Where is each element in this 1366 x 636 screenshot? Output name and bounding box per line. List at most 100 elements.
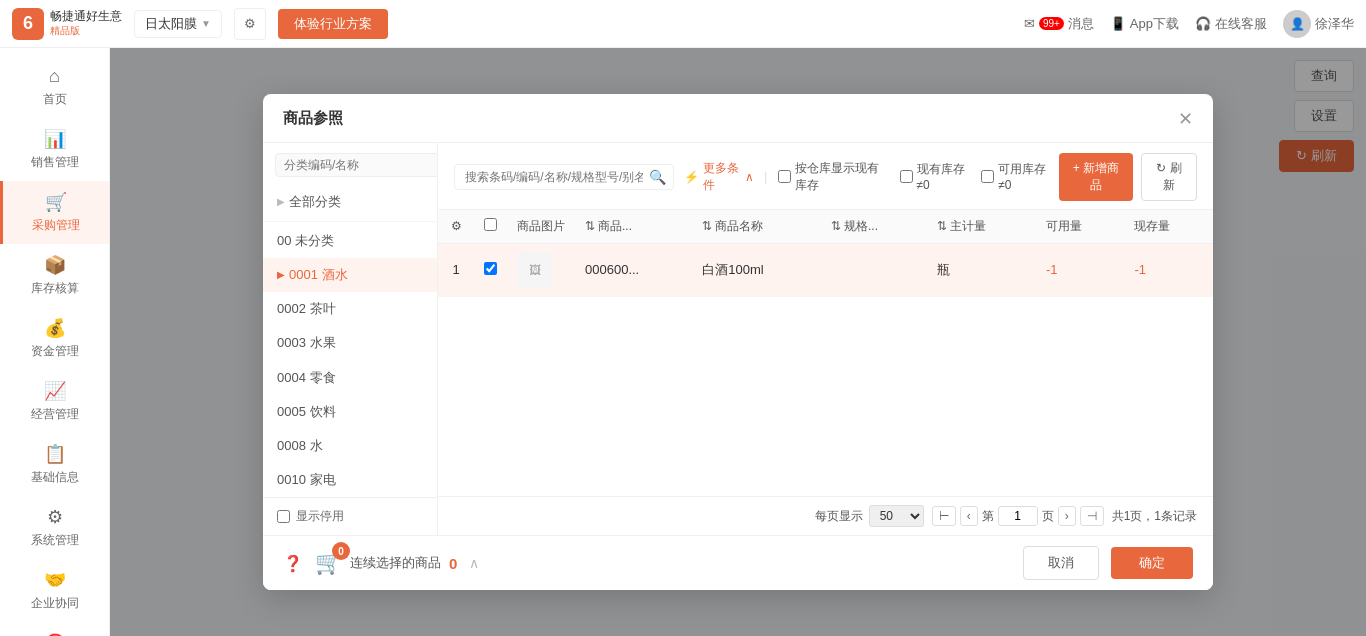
mobile-icon: 📱: [1110, 16, 1126, 31]
row-checkbox[interactable]: [484, 262, 497, 275]
cat-label-uncategorized: 00 未分类: [277, 232, 334, 250]
filter-button[interactable]: ⚡ 更多条件 ∧: [684, 160, 754, 194]
cat-item-water[interactable]: 0008 水: [263, 429, 437, 463]
nonzero-stock-label: 现有库存≠0: [917, 161, 968, 192]
cat-item-all[interactable]: ▶ 全部分类: [263, 185, 437, 219]
search-icon[interactable]: 🔍: [649, 169, 666, 185]
help-icon[interactable]: ❓: [283, 554, 303, 573]
show-disabled-label[interactable]: 显示停用: [277, 508, 423, 525]
th-unit-label: 主计量: [950, 218, 986, 235]
close-icon[interactable]: ✕: [1178, 108, 1193, 130]
modal-header: 商品参照 ✕: [263, 94, 1213, 143]
message-badge: 99+: [1039, 17, 1064, 30]
row-available: -1: [1036, 243, 1125, 296]
cat-item-fruit[interactable]: 0003 水果: [263, 326, 437, 360]
cat-bottom: 显示停用: [263, 497, 437, 535]
row-name: 白酒100ml: [692, 243, 821, 296]
cat-item-uncategorized[interactable]: 00 未分类: [263, 224, 437, 258]
sidebar-item-finance[interactable]: 💰 资金管理: [0, 307, 109, 370]
sidebar-item-basic[interactable]: 📋 基础信息: [0, 433, 109, 496]
first-page-button[interactable]: ⊢: [932, 506, 956, 526]
app-download-label: App下载: [1130, 15, 1179, 33]
category-search-input[interactable]: [275, 153, 438, 177]
sidebar-item-operations[interactable]: 📈 经营管理: [0, 370, 109, 433]
app-download-button[interactable]: 📱 App下载: [1110, 15, 1179, 33]
table-row[interactable]: 1 🖼: [438, 243, 1213, 296]
th-available-label: 可用量: [1046, 218, 1082, 235]
row-image-cell: 🖼: [507, 243, 575, 296]
add-product-button[interactable]: + 新增商品: [1059, 153, 1133, 201]
cta-button[interactable]: 体验行业方案: [278, 9, 388, 39]
page-label: 第: [982, 508, 994, 525]
filter-check-warehouse[interactable]: 按仓库显示现有库存: [778, 160, 886, 194]
row-checkbox-cell[interactable]: [474, 243, 507, 296]
user-area[interactable]: 👤 徐泽华: [1283, 10, 1354, 38]
main-layout: ⌂ 首页 📊 销售管理 🛒 采购管理 📦 库存核算 💰 资金管理 📈 经营管理 …: [0, 48, 1366, 636]
sidebar-label-sales: 销售管理: [31, 154, 79, 171]
cat-label-tea: 0002 茶叶: [277, 300, 336, 318]
page-input[interactable]: [998, 506, 1038, 526]
online-service-button[interactable]: 🎧 在线客服: [1195, 15, 1267, 33]
show-disabled-checkbox[interactable]: [277, 510, 290, 523]
warehouse-stock-checkbox[interactable]: [778, 170, 791, 183]
next-page-button[interactable]: ›: [1058, 506, 1076, 526]
last-page-button[interactable]: ⊣: [1080, 506, 1104, 526]
cart-icon-wrap[interactable]: 🛒 0: [315, 550, 342, 576]
settings-icon[interactable]: ⚙: [234, 8, 266, 40]
th-spec: ⇅ 规格...: [821, 210, 927, 244]
cat-item-alcohol[interactable]: ▶ 0001 酒水: [263, 258, 437, 292]
basic-icon: 📋: [44, 443, 66, 465]
finance-icon: 💰: [44, 317, 66, 339]
store-selector[interactable]: 日太阳膜 ▼: [134, 10, 222, 38]
collapse-footer-icon[interactable]: ∧: [469, 555, 479, 571]
tri-active-icon: ▶: [277, 268, 285, 282]
product-search-input[interactable]: [454, 164, 674, 190]
sidebar-item-guide[interactable]: 🎯 新手引导: [0, 622, 109, 636]
page-size-wrap: 每页显示 50 10 20 100: [815, 505, 924, 527]
cat-label-water: 0008 水: [277, 437, 323, 455]
th-settings[interactable]: ⚙: [438, 210, 474, 244]
filter-check-available[interactable]: 可用库存≠0: [981, 161, 1049, 192]
th-image-label: 商品图片: [517, 218, 565, 235]
modal-body: 🔍 « ▶ 全部分类 00 未分类: [263, 143, 1213, 536]
th-spec-sort-icon: ⇅: [831, 219, 841, 233]
available-stock-label: 可用库存≠0: [998, 161, 1049, 192]
right-panel: 🔍 ⚡ 更多条件 ∧ | 按仓库显示现有库存: [438, 143, 1213, 536]
search-bar: 🔍 ⚡ 更多条件 ∧ | 按仓库显示现有库存: [438, 143, 1213, 210]
sidebar-item-system[interactable]: ⚙ 系统管理: [0, 496, 109, 559]
sidebar-item-inventory[interactable]: 📦 库存核算: [0, 244, 109, 307]
cancel-button[interactable]: 取消: [1023, 546, 1099, 580]
category-list: ▶ 全部分类 00 未分类 ▶ 0001 酒水: [263, 185, 437, 498]
th-unit: ⇅ 主计量: [927, 210, 1036, 244]
cat-item-snacks[interactable]: 0004 零食: [263, 361, 437, 395]
thumbnail-placeholder-icon: 🖼: [529, 263, 541, 277]
cat-item-appliances[interactable]: 0010 家电: [263, 463, 437, 497]
select-all-checkbox[interactable]: [484, 218, 497, 231]
sidebar-item-purchase[interactable]: 🛒 采购管理: [0, 181, 109, 244]
nav-right: ✉ 99+ 消息 📱 App下载 🎧 在线客服 👤 徐泽华: [1024, 10, 1354, 38]
confirm-button[interactable]: 确定: [1111, 547, 1193, 579]
filter-check-nonzero[interactable]: 现有库存≠0: [900, 161, 968, 192]
page-summary: 共1页，1条记录: [1112, 508, 1197, 525]
cat-item-tea[interactable]: 0002 茶叶: [263, 292, 437, 326]
available-stock-checkbox[interactable]: [981, 170, 994, 183]
refresh-button[interactable]: ↻ 刷新: [1141, 153, 1197, 201]
cat-label-snacks: 0004 零食: [277, 369, 336, 387]
nonzero-stock-checkbox[interactable]: [900, 170, 913, 183]
th-code-sort-icon: ⇅: [585, 219, 595, 233]
th-stock-label: 现存量: [1134, 218, 1170, 235]
filter-divider: |: [764, 169, 767, 184]
sidebar-label-basic: 基础信息: [31, 469, 79, 486]
sidebar-item-home[interactable]: ⌂ 首页: [0, 56, 109, 118]
per-page-select[interactable]: 50 10 20 100: [869, 505, 924, 527]
prev-page-button[interactable]: ‹: [960, 506, 978, 526]
modal-overlay: 商品参照 ✕ 🔍 « ▶: [110, 48, 1366, 636]
cat-item-drinks[interactable]: 0005 饮料: [263, 395, 437, 429]
username: 徐泽华: [1315, 15, 1354, 33]
sidebar-item-corp[interactable]: 🤝 企业协同: [0, 559, 109, 622]
sidebar-label-corp: 企业协同: [31, 595, 79, 612]
messages-button[interactable]: ✉ 99+ 消息: [1024, 15, 1094, 33]
top-nav: 6 畅捷通好生意 精品版 日太阳膜 ▼ ⚙ 体验行业方案 ✉ 99+ 消息 📱 …: [0, 0, 1366, 48]
logo-text: 畅捷通好生意: [50, 9, 122, 25]
sidebar-item-sales[interactable]: 📊 销售管理: [0, 118, 109, 181]
